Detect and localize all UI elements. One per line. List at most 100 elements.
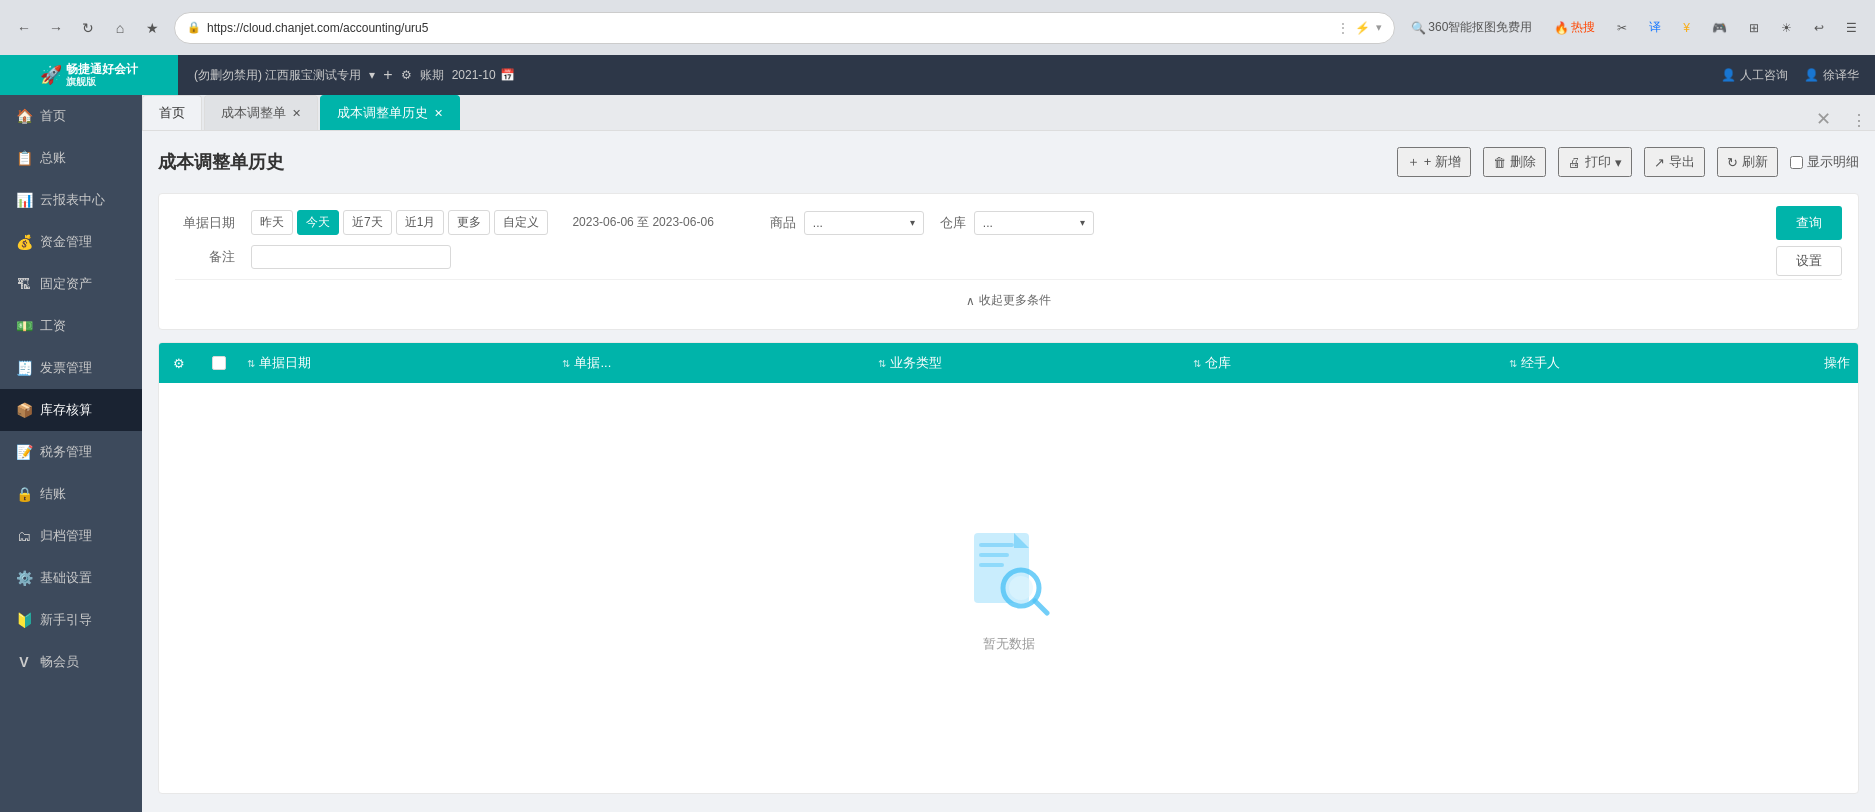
sidebar-item-home[interactable]: 🏠 首页	[0, 95, 142, 137]
settings-cog-icon[interactable]: ⚙	[401, 68, 412, 82]
tab-cost-adjust-history-close[interactable]: ✕	[434, 107, 443, 120]
tab-scroll-button[interactable]: ⋮	[1843, 111, 1875, 130]
refresh-browser-button[interactable]: ↻	[74, 14, 102, 42]
consult-button[interactable]: 👤 人工咨询	[1721, 67, 1788, 84]
back-button[interactable]: ←	[10, 14, 38, 42]
svg-rect-1	[979, 543, 1014, 547]
period-label: 账期 2021-10 📅	[420, 67, 515, 84]
bookmark-button[interactable]: ★	[138, 14, 166, 42]
sort-icon-type: ⇅	[878, 358, 886, 369]
lightning-icon: ⚡	[1355, 21, 1370, 35]
sidebar-item-tax[interactable]: 📝 税务管理	[0, 431, 142, 473]
sidebar-item-archive[interactable]: 🗂 归档管理	[0, 515, 142, 557]
fixed-assets-icon: 🏗	[16, 276, 32, 292]
th-operator[interactable]: ⇅ 经手人	[1501, 354, 1816, 372]
goods-chevron-icon: ▾	[910, 217, 915, 228]
address-bar[interactable]: 🔒 https://cloud.chanjet.com/accounting/u…	[174, 12, 1395, 44]
th-actions: 操作	[1816, 354, 1858, 372]
1month-btn[interactable]: 近1月	[396, 210, 445, 235]
page-title: 成本调整单历史	[158, 150, 284, 174]
lock-icon: 🔒	[187, 21, 201, 34]
scissors-button[interactable]: ✂	[1609, 17, 1635, 39]
display-detail-checkbox[interactable]	[1790, 156, 1803, 169]
date-filter-label: 单据日期	[175, 214, 235, 232]
th-warehouse[interactable]: ⇅ 仓库	[1185, 354, 1500, 372]
th-number[interactable]: ⇅ 单据...	[554, 354, 869, 372]
remark-filter-label: 备注	[175, 248, 235, 266]
app-header-center: (勿删勿禁用) 江西服宝测试专用 ▾ + ⚙ 账期 2021-10 📅	[178, 66, 1705, 84]
add-icon[interactable]: +	[383, 66, 392, 84]
print-button[interactable]: 🖨 打印 ▾	[1558, 147, 1632, 177]
display-detail-toggle[interactable]: 显示明细	[1790, 153, 1859, 171]
empty-illustration: 暂无数据	[959, 463, 1059, 713]
print-chevron-icon: ▾	[1615, 155, 1622, 170]
close-tab-area-button[interactable]: ✕	[1804, 108, 1843, 130]
filter-settings-button[interactable]: 设置	[1776, 246, 1842, 276]
table-settings-icon[interactable]: ⚙	[159, 356, 199, 371]
sort-icon-warehouse: ⇅	[1193, 358, 1201, 369]
th-type[interactable]: ⇅ 业务类型	[870, 354, 1185, 372]
delete-button[interactable]: 🗑 删除	[1483, 147, 1546, 177]
brightness-button[interactable]: ☀	[1773, 17, 1800, 39]
date-filter-buttons: 昨天 今天 近7天 近1月 更多 自定义	[251, 210, 548, 235]
sidebar-item-invoice[interactable]: 🧾 发票管理	[0, 347, 142, 389]
browser-nav-buttons: ← → ↻ ⌂ ★	[10, 14, 166, 42]
delete-icon: 🗑	[1493, 155, 1506, 170]
sidebar-item-guide[interactable]: 🔰 新手引导	[0, 599, 142, 641]
sidebar-item-member[interactable]: V 畅会员	[0, 641, 142, 683]
search-tool-button[interactable]: 🔍 360智能抠图免费用	[1403, 15, 1540, 40]
goods-select[interactable]: ... ▾	[804, 211, 924, 235]
game-button[interactable]: 🎮	[1704, 17, 1735, 39]
refresh-icon: ↻	[1727, 155, 1738, 170]
warehouse-select[interactable]: ... ▾	[974, 211, 1094, 235]
company-label: (勿删勿禁用) 江西服宝测试专用	[194, 67, 361, 84]
calendar-icon[interactable]: 📅	[500, 68, 515, 82]
user-profile-button[interactable]: 👤 徐译华	[1804, 67, 1859, 84]
tab-home[interactable]: 首页	[142, 95, 202, 130]
sidebar-item-inventory[interactable]: 📦 库存核算	[0, 389, 142, 431]
undo-button[interactable]: ↩	[1806, 17, 1832, 39]
page-content: 成本调整单历史 ＋ + 新增 🗑 删除 🖨 打印 ▾	[142, 131, 1875, 812]
more-browser-button[interactable]: ☰	[1838, 17, 1865, 39]
translate-button[interactable]: 译	[1641, 15, 1669, 40]
home-icon: 🏠	[16, 108, 32, 124]
export-icon: ↗	[1654, 155, 1665, 170]
sidebar-item-payroll[interactable]: 💵 工资	[0, 305, 142, 347]
tab-cost-adjust-history[interactable]: 成本调整单历史 ✕	[320, 95, 460, 130]
tab-cost-adjust[interactable]: 成本调整单 ✕	[204, 95, 318, 130]
warehouse-chevron-icon: ▾	[1080, 217, 1085, 228]
forward-button[interactable]: →	[42, 14, 70, 42]
wallet-button[interactable]: ¥	[1675, 17, 1698, 39]
query-button[interactable]: 查询	[1776, 206, 1842, 240]
more-btn[interactable]: 更多	[448, 210, 490, 235]
hot-search-button[interactable]: 🔥 热搜	[1546, 15, 1603, 40]
remark-input[interactable]	[251, 245, 451, 269]
7days-btn[interactable]: 近7天	[343, 210, 392, 235]
select-all-checkbox[interactable]	[212, 356, 226, 370]
sidebar-item-reports[interactable]: 📊 云报表中心	[0, 179, 142, 221]
th-date[interactable]: ⇅ 单据日期	[239, 354, 554, 372]
tab-cost-adjust-close[interactable]: ✕	[292, 107, 301, 120]
sidebar-item-settings[interactable]: ⚙️ 基础设置	[0, 557, 142, 599]
grid-button[interactable]: ⊞	[1741, 17, 1767, 39]
table-select-all[interactable]	[199, 356, 239, 370]
collapse-button[interactable]: ∧ 收起更多条件	[175, 288, 1842, 313]
dropdown-icon[interactable]: ▾	[369, 68, 375, 82]
export-button[interactable]: ↗ 导出	[1644, 147, 1705, 177]
page-title-row: 成本调整单历史 ＋ + 新增 🗑 删除 🖨 打印 ▾	[158, 147, 1859, 177]
sidebar-item-fixed-assets[interactable]: 🏗 固定资产	[0, 263, 142, 305]
sidebar-item-closing[interactable]: 🔒 结账	[0, 473, 142, 515]
guide-icon: 🔰	[16, 612, 32, 628]
empty-icon-svg	[959, 523, 1059, 623]
home-browser-button[interactable]: ⌂	[106, 14, 134, 42]
custom-btn[interactable]: 自定义	[494, 210, 548, 235]
yesterday-btn[interactable]: 昨天	[251, 210, 293, 235]
app-logo: 🚀 畅捷通好会计 旗舰版	[0, 55, 178, 95]
sidebar-item-funds[interactable]: 💰 资金管理	[0, 221, 142, 263]
new-button[interactable]: ＋ + 新增	[1397, 147, 1471, 177]
sidebar-item-ledger[interactable]: 📋 总账	[0, 137, 142, 179]
today-btn[interactable]: 今天	[297, 210, 339, 235]
refresh-button[interactable]: ↻ 刷新	[1717, 147, 1778, 177]
logo-subtitle: 旗舰版	[66, 76, 138, 88]
empty-state: 暂无数据	[159, 383, 1858, 793]
